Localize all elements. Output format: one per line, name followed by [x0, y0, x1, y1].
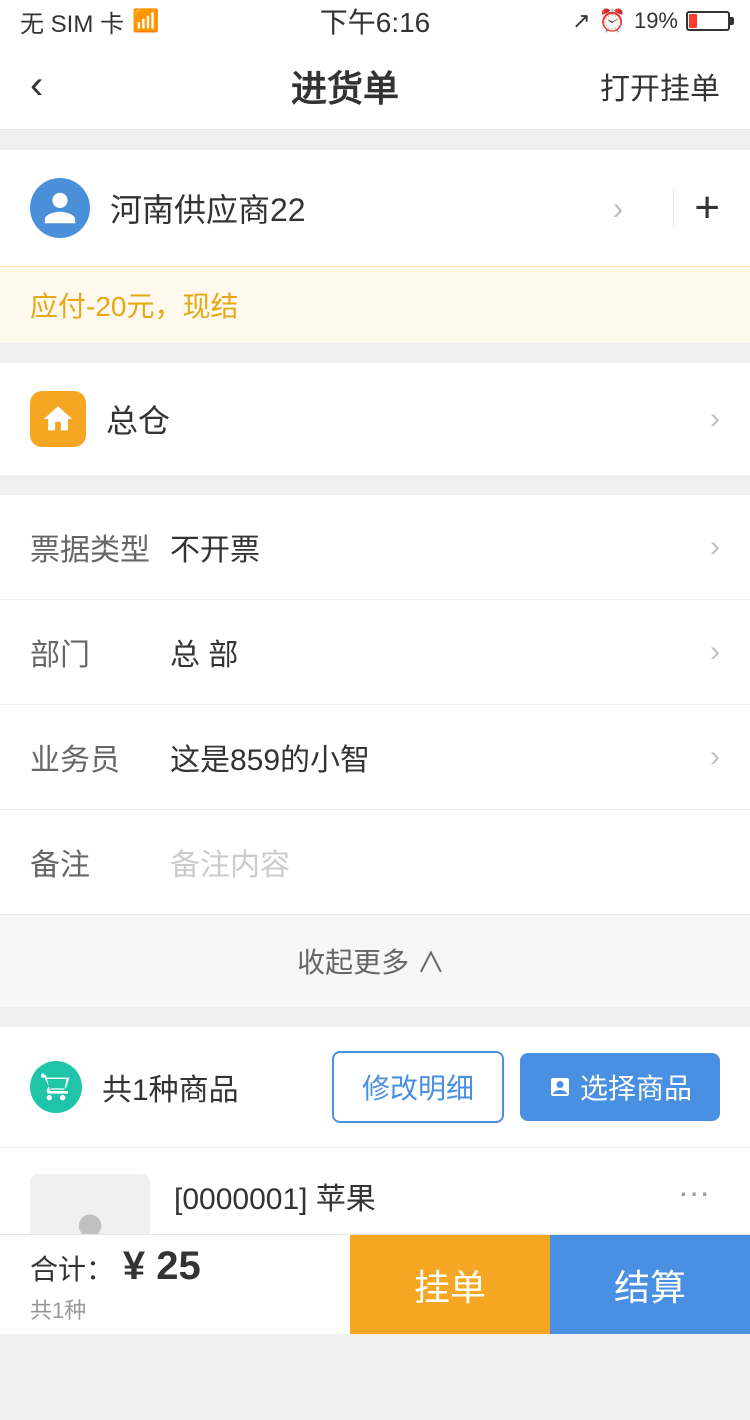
hang-label: 挂单 — [414, 1259, 486, 1311]
total-label: 合计： — [30, 1254, 114, 1285]
add-button[interactable]: + — [694, 186, 720, 230]
edit-details-button[interactable]: 修改明细 — [332, 1051, 504, 1123]
status-bar-right: ↗ ⏰ 19% — [572, 8, 730, 34]
warehouse-icon — [30, 391, 86, 447]
section-gap-3 — [0, 475, 750, 495]
products-header: 共1种商品 修改明细 选择商品 — [0, 1027, 750, 1147]
warehouse-chevron-icon: › — [710, 402, 720, 436]
select-product-label: 选择商品 — [580, 1067, 692, 1107]
department-row[interactable]: 部门 总 部 › — [0, 600, 750, 705]
section-gap-1 — [0, 130, 750, 150]
collapse-row[interactable]: 收起更多 ∧ — [0, 914, 750, 1007]
person-icon — [41, 189, 79, 227]
invoice-type-row[interactable]: 票据类型 不开票 › — [0, 495, 750, 600]
invoice-type-label: 票据类型 — [30, 525, 170, 569]
back-button[interactable]: ‹ — [30, 63, 90, 108]
notes-placeholder: 备注内容 — [170, 840, 720, 884]
wifi-icon: 📶 — [132, 8, 159, 34]
divider — [673, 188, 674, 228]
checkout-label: 结算 — [614, 1259, 686, 1311]
battery-percent: 19% — [634, 8, 678, 34]
department-chevron-icon: › — [710, 635, 720, 669]
form-section: 票据类型 不开票 › 部门 总 部 › 业务员 这是859的小智 › 备注 备注… — [0, 495, 750, 914]
select-product-button[interactable]: 选择商品 — [520, 1053, 720, 1121]
nav-bar: ‹ 进货单 打开挂单 — [0, 42, 750, 130]
product-more-button[interactable]: ··· — [668, 1174, 720, 1211]
warehouse-name: 总仓 — [106, 396, 710, 442]
notes-row[interactable]: 备注 备注内容 — [0, 810, 750, 914]
product-title: 苹果 — [316, 1183, 376, 1216]
total-amount: ¥ 25 — [123, 1244, 201, 1288]
supplier-section: 河南供应商22 › + 应付-20元，现结 — [0, 150, 750, 343]
total-line1: 合计： ¥ 25 — [30, 1244, 320, 1289]
notes-label: 备注 — [30, 840, 170, 884]
open-pending-button[interactable]: 打开挂单 — [600, 64, 720, 108]
warehouse-section: 总仓 › — [0, 363, 750, 475]
supplier-row[interactable]: 河南供应商22 › + — [0, 150, 750, 266]
select-product-icon — [548, 1075, 572, 1099]
supplier-name: 河南供应商22 — [110, 185, 613, 231]
location-icon: ↗ — [572, 8, 590, 34]
collapse-label: 收起更多 ∧ — [297, 941, 445, 981]
payment-notice: 应付-20元，现结 — [0, 266, 750, 343]
cart-icon — [40, 1071, 72, 1103]
page-title: 进货单 — [291, 60, 399, 112]
products-icon — [30, 1061, 82, 1113]
total-count: 共1种 — [30, 1293, 320, 1325]
salesperson-row[interactable]: 业务员 这是859的小智 › — [0, 705, 750, 810]
supplier-avatar — [30, 178, 90, 238]
department-label: 部门 — [30, 630, 170, 674]
checkout-button[interactable]: 结算 — [550, 1235, 750, 1334]
bottom-bar: 合计： ¥ 25 共1种 挂单 结算 — [0, 1234, 750, 1334]
department-value: 总 部 — [170, 630, 710, 674]
status-bar: 无 SIM 卡 📶 下午6:16 ↗ ⏰ 19% — [0, 0, 750, 42]
warehouse-row[interactable]: 总仓 › — [0, 363, 750, 475]
carrier-label: 无 SIM 卡 — [20, 4, 124, 39]
home-icon — [41, 402, 75, 436]
invoice-type-value: 不开票 — [170, 525, 710, 569]
alarm-icon: ⏰ — [599, 8, 626, 34]
salesperson-label: 业务员 — [30, 735, 170, 779]
section-gap-2 — [0, 343, 750, 363]
bottom-total-area: 合计： ¥ 25 共1种 — [0, 1235, 350, 1334]
section-gap-4 — [0, 1007, 750, 1027]
products-count-label: 共1种商品 — [102, 1065, 332, 1109]
battery-icon — [686, 11, 730, 31]
hang-button[interactable]: 挂单 — [350, 1235, 550, 1334]
status-bar-time: 下午6:16 — [320, 1, 431, 41]
product-name: [0000001] 苹果 — [174, 1174, 668, 1218]
salesperson-chevron-icon: › — [710, 740, 720, 774]
product-code: [0000001] — [174, 1183, 307, 1216]
status-bar-left: 无 SIM 卡 📶 — [20, 4, 159, 39]
invoice-chevron-icon: › — [710, 530, 720, 564]
supplier-chevron-icon: › — [613, 190, 624, 227]
salesperson-value: 这是859的小智 — [170, 735, 710, 779]
